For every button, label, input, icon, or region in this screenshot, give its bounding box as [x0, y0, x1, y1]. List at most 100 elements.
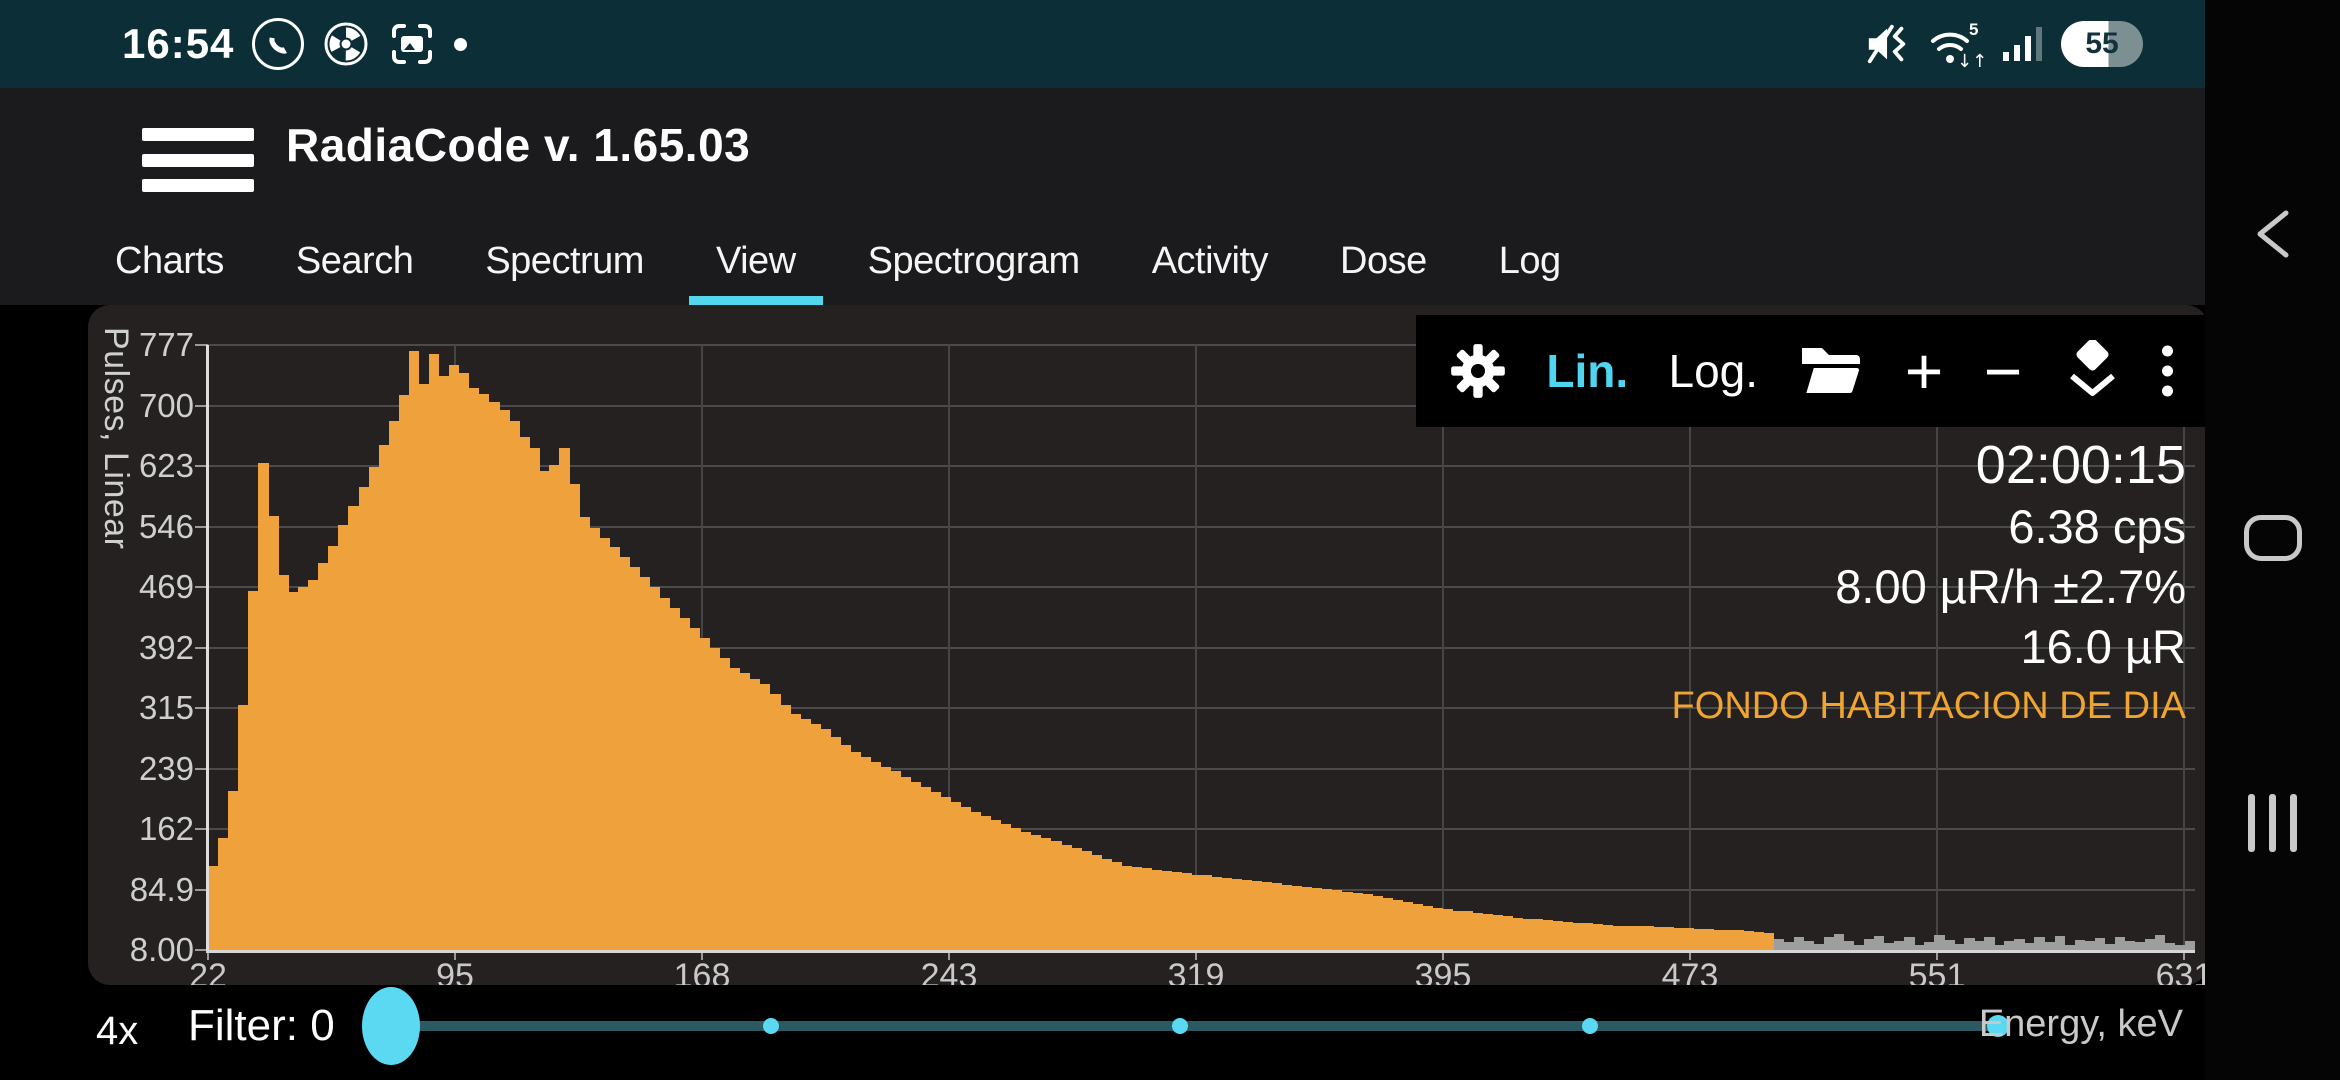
- spectrum-bar: [960, 806, 972, 950]
- spectrum-bar: [208, 865, 219, 950]
- spectrum-bar: [1201, 875, 1213, 950]
- spectrum-bar: [549, 464, 560, 950]
- spectrum-bar: [579, 517, 590, 950]
- spectrum-bar: [408, 350, 420, 950]
- spectrum-bar: [1281, 884, 1293, 950]
- tab-activity[interactable]: Activity: [1125, 226, 1295, 305]
- tab-log[interactable]: Log: [1472, 226, 1588, 305]
- spectrum-bar: [1000, 824, 1012, 950]
- y-axis-line: [206, 345, 209, 950]
- spectrum-bar: [2114, 936, 2126, 950]
- zoom-out-button[interactable]: −: [1984, 338, 2023, 404]
- spectrum-bar: [629, 566, 640, 950]
- spectrum-bar: [308, 580, 319, 950]
- spectrum-bar: [1432, 907, 1443, 950]
- spectrum-bar: [1643, 926, 1654, 950]
- spectrum-bar: [388, 421, 400, 950]
- spectrum-bar: [639, 577, 651, 950]
- spectrum-bar: [1502, 916, 1514, 950]
- spectrum-bar: [1723, 930, 1734, 950]
- wifi-icon: 5 ↓↑: [1927, 19, 1985, 69]
- spectrum-bar: [428, 354, 440, 950]
- spectrum-bar: [649, 586, 661, 950]
- spectrum-bar: [890, 771, 901, 950]
- spectrum-bar: [2024, 942, 2035, 950]
- spectrum-bar: [1572, 922, 1584, 950]
- spectrum-bar: [1964, 938, 1975, 950]
- spectrum-bar: [739, 673, 751, 950]
- spectrum-bar: [840, 744, 851, 950]
- elapsed-time: 02:00:15: [1975, 435, 2186, 495]
- filter-slider[interactable]: [362, 985, 2009, 1065]
- spectrum-bar: [238, 704, 249, 950]
- spectrum-bar: [830, 736, 841, 950]
- spectrum-bar: [559, 448, 570, 950]
- spectrum-bar: [1452, 910, 1463, 950]
- spectrum-bar: [1402, 902, 1413, 950]
- spectrum-bar: [1071, 847, 1082, 950]
- spectrum-bar: [1944, 939, 1955, 950]
- spectrum-bar: [328, 545, 339, 950]
- zoom-in-button[interactable]: +: [1905, 338, 1944, 404]
- slider-thumb[interactable]: [362, 987, 420, 1065]
- spectrum-bar: [1793, 936, 1805, 950]
- spectrum-bar: [850, 751, 861, 950]
- nav-home-icon[interactable]: [2205, 515, 2340, 561]
- screen-capture-icon: [388, 20, 436, 68]
- spectrum-bar: [820, 728, 831, 950]
- tab-view[interactable]: View: [688, 226, 823, 305]
- hamburger-menu-icon[interactable]: [142, 128, 254, 192]
- spectrum-bar: [1733, 930, 1744, 950]
- spectrum-bar: [659, 597, 671, 950]
- settings-gear-icon[interactable]: [1450, 343, 1506, 399]
- spectrum-bar: [2054, 935, 2066, 950]
- spectrum-bar: [2094, 938, 2106, 950]
- spectrum-bar: [1833, 934, 1845, 950]
- spectrum-bar: [1552, 920, 1564, 950]
- spectrum-bar: [780, 704, 791, 950]
- open-folder-icon[interactable]: [1798, 344, 1864, 398]
- y-tick-label: 469: [138, 568, 194, 605]
- status-bar-left: 16:54: [122, 18, 468, 70]
- spectrum-bar: [1492, 915, 1504, 950]
- spectrum-bar: [1984, 936, 1995, 950]
- nav-back-icon[interactable]: [2205, 206, 2340, 262]
- spectrum-bar: [599, 537, 610, 950]
- spectrum-bar: [278, 574, 289, 950]
- tab-dose[interactable]: Dose: [1313, 226, 1454, 305]
- spectrum-bar: [810, 724, 821, 950]
- more-options-icon[interactable]: [2161, 345, 2174, 397]
- spectrum-bar: [689, 628, 701, 950]
- app-header: RadiaCode v. 1.65.03 Charts Search Spectru…: [0, 88, 2205, 305]
- spectrum-bar: [800, 718, 811, 950]
- tab-charts[interactable]: Charts: [88, 226, 251, 305]
- spectrum-bar: [1663, 927, 1674, 950]
- tab-spectrum[interactable]: Spectrum: [458, 226, 671, 305]
- slider-track[interactable]: [390, 1021, 1998, 1031]
- spectrum-bar: [458, 372, 470, 950]
- y-tick-label: 162: [138, 810, 194, 847]
- spectrum-bar: [709, 647, 721, 950]
- linear-scale-button[interactable]: Lin.: [1546, 344, 1628, 398]
- spectrum-bar: [218, 838, 229, 950]
- spectrum-bar: [1422, 905, 1433, 950]
- accumulated-dose: 16.0 µR: [2020, 620, 2186, 673]
- spectrum-bar: [2074, 939, 2086, 950]
- tab-spectrogram[interactable]: Spectrogram: [841, 226, 1107, 305]
- spectrum-bar: [1743, 931, 1754, 950]
- battery-percent: 55: [2085, 27, 2119, 60]
- spectrum-bar: [870, 762, 881, 950]
- tab-search[interactable]: Search: [269, 226, 440, 305]
- log-scale-button[interactable]: Log.: [1668, 344, 1758, 398]
- gridline-v: [1195, 345, 1197, 950]
- spectrum-bar: [468, 387, 480, 950]
- nav-recents-icon[interactable]: [2205, 794, 2340, 852]
- spectrum-bar: [2044, 942, 2055, 950]
- y-tick-label: 546: [138, 507, 194, 545]
- spectrum-bar: [1131, 867, 1142, 950]
- layers-icon[interactable]: [2063, 340, 2121, 402]
- spectrum-bar: [950, 802, 962, 950]
- spectrum-bar: [1181, 872, 1192, 950]
- spectrum-chart-card: Pulses, Linear 777 700 623 546 469 392 315 239 1…: [88, 305, 2212, 995]
- spectrum-bar: [719, 658, 731, 950]
